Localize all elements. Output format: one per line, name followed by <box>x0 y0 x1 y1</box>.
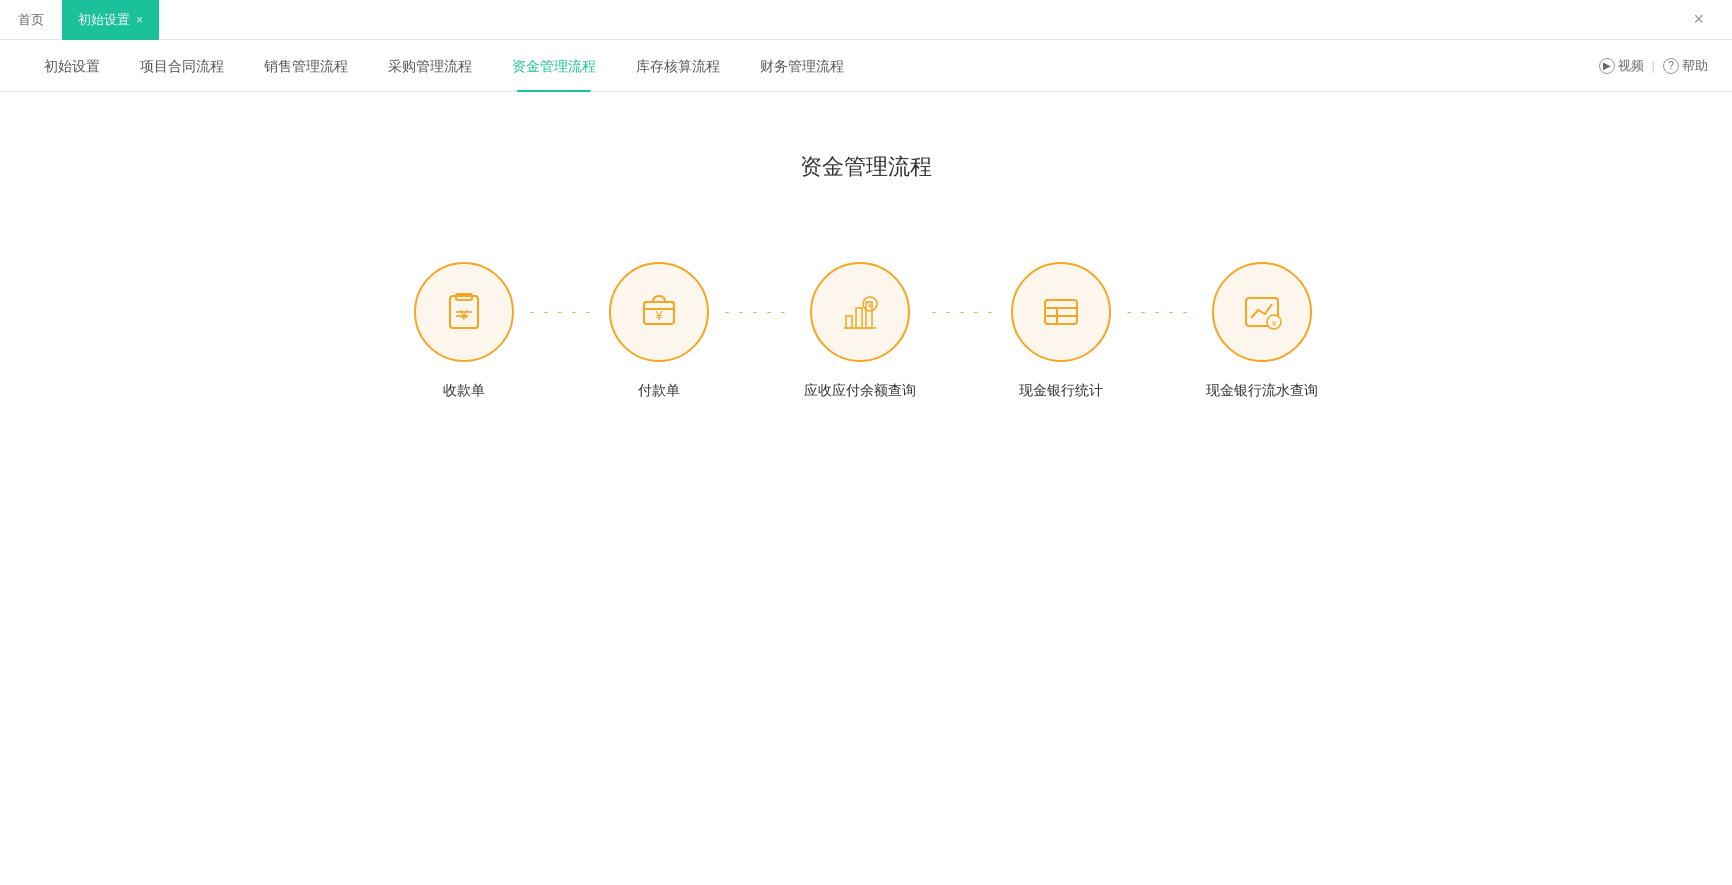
svg-text:¥: ¥ <box>654 308 663 323</box>
nav-right-actions: ▶ 视频 | ? 帮助 <box>1599 57 1708 75</box>
receipt-label: 收款单 <box>443 382 485 400</box>
nav-item-init[interactable]: 初始设置 <box>24 40 120 92</box>
nav-item-inventory[interactable]: 库存核算流程 <box>616 40 740 92</box>
bank-stat-icon <box>1037 288 1085 336</box>
video-help-button[interactable]: ▶ 视频 <box>1599 57 1644 75</box>
flow-container: ¥ 收款单 - - - - - ¥ 付款单 - - - - - <box>414 262 1318 400</box>
bank-stat-label: 现金银行统计 <box>1019 382 1103 400</box>
flow-item-balance[interactable]: ¥ 应收应付余额查询 <box>804 262 916 400</box>
svg-rect-14 <box>1045 300 1077 324</box>
active-tab-label: 初始设置 <box>78 11 130 29</box>
balance-icon: ¥ <box>836 288 884 336</box>
payment-icon-circle: ¥ <box>609 262 709 362</box>
svg-rect-8 <box>846 316 852 328</box>
svg-text:¥: ¥ <box>1271 319 1277 328</box>
balance-label: 应收应付余额查询 <box>804 382 916 400</box>
top-bar: 首页 初始设置 × × <box>0 0 1732 40</box>
flow-item-bank-flow[interactable]: ¥ 现金银行流水查询 <box>1206 262 1318 400</box>
nav-item-capital[interactable]: 资金管理流程 <box>492 40 616 92</box>
bank-flow-label: 现金银行流水查询 <box>1206 382 1318 400</box>
help-icon: ? <box>1663 58 1679 74</box>
svg-rect-9 <box>856 308 862 328</box>
video-icon: ▶ <box>1599 58 1615 74</box>
bank-flow-icon-circle: ¥ <box>1212 262 1312 362</box>
close-window-button[interactable]: × <box>1685 9 1712 30</box>
active-tab[interactable]: 初始设置 × <box>62 0 159 40</box>
nav-item-sales[interactable]: 销售管理流程 <box>244 40 368 92</box>
help-button[interactable]: ? 帮助 <box>1663 57 1708 75</box>
bank-flow-icon: ¥ <box>1238 288 1286 336</box>
nav-item-finance[interactable]: 财务管理流程 <box>740 40 864 92</box>
dashes-2: - - - - - <box>709 304 804 359</box>
dashes-4: - - - - - <box>1111 304 1206 359</box>
flow-item-bank-stat[interactable]: 现金银行统计 <box>1011 262 1111 400</box>
help-label: 帮助 <box>1682 57 1708 75</box>
dashes-1: - - - - - <box>514 304 609 359</box>
svg-text:¥: ¥ <box>867 301 873 310</box>
bank-stat-icon-circle <box>1011 262 1111 362</box>
home-tab[interactable]: 首页 <box>0 0 62 40</box>
dashes-3: - - - - - <box>916 304 1011 359</box>
flow-item-payment[interactable]: ¥ 付款单 <box>609 262 709 400</box>
nav-bar: 初始设置 项目合同流程 销售管理流程 采购管理流程 资金管理流程 库存核算流程 … <box>0 40 1732 92</box>
video-label: 视频 <box>1618 57 1644 75</box>
receipt-icon-circle: ¥ <box>414 262 514 362</box>
main-content: 资金管理流程 ¥ 收款单 - - - - - ¥ <box>0 92 1732 400</box>
close-tab-icon[interactable]: × <box>136 13 143 27</box>
nav-divider: | <box>1652 58 1655 73</box>
nav-item-project[interactable]: 项目合同流程 <box>120 40 244 92</box>
payment-icon: ¥ <box>635 288 683 336</box>
nav-item-purchase[interactable]: 采购管理流程 <box>368 40 492 92</box>
payment-label: 付款单 <box>638 382 680 400</box>
receipt-icon: ¥ <box>440 288 488 336</box>
top-bar-right: × <box>1685 9 1732 30</box>
balance-icon-circle: ¥ <box>810 262 910 362</box>
page-title: 资金管理流程 <box>800 152 932 182</box>
svg-text:¥: ¥ <box>459 307 468 323</box>
flow-item-receipt[interactable]: ¥ 收款单 <box>414 262 514 400</box>
